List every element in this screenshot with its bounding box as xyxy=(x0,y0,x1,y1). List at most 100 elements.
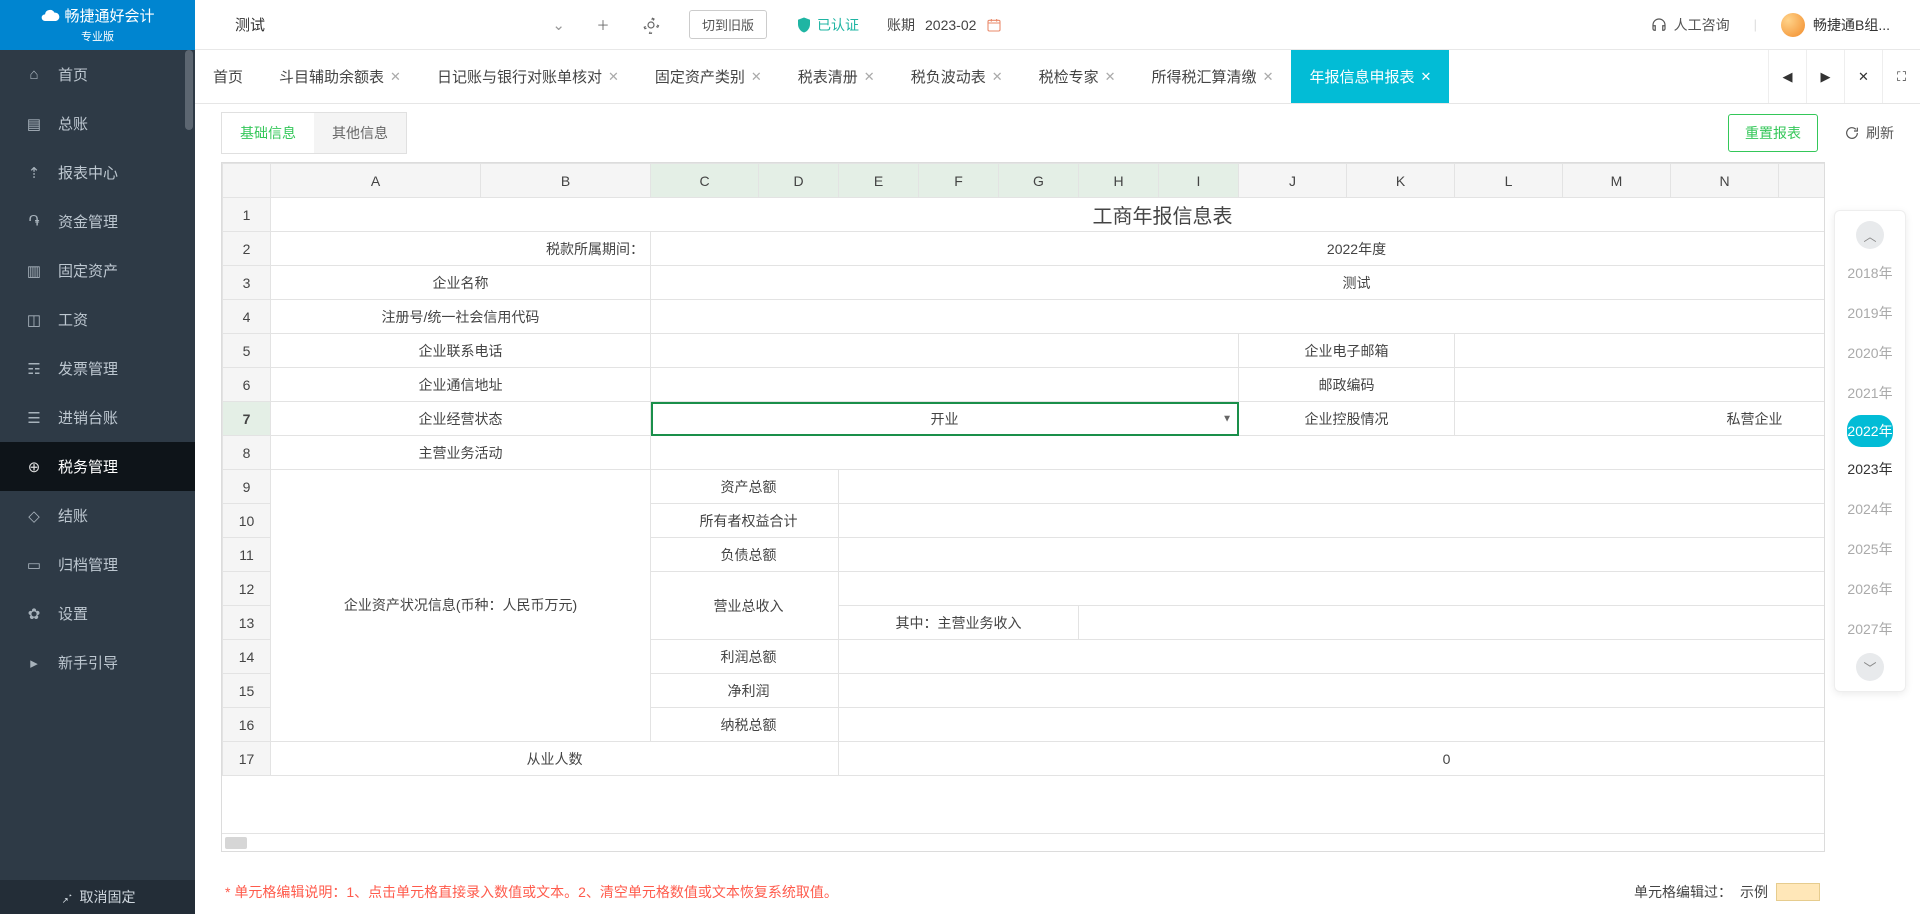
sidebar-item-invoice[interactable]: ☶发票管理 xyxy=(0,344,195,393)
cell[interactable] xyxy=(839,674,1826,708)
unpin-sidebar-button[interactable]: 取消固定 xyxy=(0,880,195,914)
cell[interactable] xyxy=(839,538,1826,572)
year-option[interactable]: 2023年 xyxy=(1835,449,1905,489)
gear-icon[interactable] xyxy=(641,15,661,35)
sidebar-scrollbar[interactable] xyxy=(185,50,193,130)
cell[interactable] xyxy=(651,368,1239,402)
col-header[interactable]: G xyxy=(999,164,1079,198)
subtab-basic-info[interactable]: 基础信息 xyxy=(222,113,314,153)
cell[interactable] xyxy=(839,572,1826,606)
row-header[interactable]: 3 xyxy=(223,266,271,300)
tab-scroll-right[interactable]: ▶ xyxy=(1806,50,1844,103)
row-header[interactable]: 2 xyxy=(223,232,271,266)
sidebar-item-inventory[interactable]: ☰进销台账 xyxy=(0,393,195,442)
tab-tax-register[interactable]: 税表清册✕ xyxy=(780,50,893,103)
close-icon[interactable]: ✕ xyxy=(1105,69,1116,85)
row-header[interactable]: 9 xyxy=(223,470,271,504)
close-icon[interactable]: ✕ xyxy=(1263,69,1274,85)
cell[interactable] xyxy=(839,470,1826,504)
row-header[interactable]: 6 xyxy=(223,368,271,402)
cell[interactable] xyxy=(839,708,1826,742)
sidebar-item-closing[interactable]: ◇结账 xyxy=(0,491,195,540)
year-option[interactable]: 2019年 xyxy=(1835,293,1905,333)
sidebar-item-ledger[interactable]: ▤总账 xyxy=(0,99,195,148)
col-header[interactable]: C xyxy=(651,164,759,198)
business-status-dropdown[interactable]: 开业▼ xyxy=(651,402,1239,436)
cell[interactable] xyxy=(839,504,1826,538)
close-icon[interactable]: ✕ xyxy=(751,69,762,85)
close-all-tabs[interactable]: ✕ xyxy=(1844,50,1882,103)
sidebar-item-funds[interactable]: ֏资金管理 xyxy=(0,197,195,246)
col-header[interactable]: K xyxy=(1347,164,1455,198)
col-header[interactable]: N xyxy=(1671,164,1779,198)
col-header[interactable]: A xyxy=(271,164,481,198)
cell[interactable]: 0 xyxy=(839,742,1826,776)
cell[interactable] xyxy=(1455,368,1826,402)
year-scroll-up[interactable]: ︿ xyxy=(1856,221,1884,249)
year-option[interactable]: 2026年 xyxy=(1835,569,1905,609)
reset-report-button[interactable]: 重置报表 xyxy=(1728,114,1818,152)
year-option[interactable]: 2020年 xyxy=(1835,333,1905,373)
row-header[interactable]: 5 xyxy=(223,334,271,368)
subtab-other-info[interactable]: 其他信息 xyxy=(314,113,406,153)
tab-aux-balance[interactable]: 斗目辅助余额表✕ xyxy=(261,50,419,103)
close-icon[interactable]: ✕ xyxy=(608,69,619,85)
sheet-corner[interactable] xyxy=(223,164,271,198)
sidebar-item-guide[interactable]: ▸新手引导 xyxy=(0,638,195,687)
col-header[interactable]: F xyxy=(919,164,999,198)
row-header[interactable]: 10 xyxy=(223,504,271,538)
col-header[interactable]: E xyxy=(839,164,919,198)
cell[interactable]: 私营企业 xyxy=(1455,402,1826,436)
col-header[interactable]: M xyxy=(1563,164,1671,198)
cell[interactable]: 测试 xyxy=(651,266,1826,300)
col-header[interactable]: L xyxy=(1455,164,1563,198)
cell[interactable] xyxy=(651,436,1826,470)
close-icon[interactable]: ✕ xyxy=(1420,69,1431,85)
row-header[interactable]: 4 xyxy=(223,300,271,334)
col-header[interactable]: O xyxy=(1779,164,1826,198)
close-icon[interactable]: ✕ xyxy=(864,69,875,85)
row-header[interactable]: 15 xyxy=(223,674,271,708)
col-header[interactable]: I xyxy=(1159,164,1239,198)
year-scroll-down[interactable]: ﹀ xyxy=(1856,653,1884,681)
row-header[interactable]: 14 xyxy=(223,640,271,674)
sidebar-item-tax[interactable]: ⊕税务管理 xyxy=(0,442,195,491)
close-icon[interactable]: ✕ xyxy=(390,69,401,85)
refresh-button[interactable]: 刷新 xyxy=(1844,123,1894,143)
tab-asset-category[interactable]: 固定资产类别✕ xyxy=(637,50,780,103)
year-option-active[interactable]: 2022年 xyxy=(1847,415,1892,447)
cell[interactable] xyxy=(651,300,1826,334)
cell[interactable] xyxy=(839,640,1826,674)
tab-annual-report[interactable]: 年报信息申报表✕ xyxy=(1291,50,1449,103)
row-header[interactable]: 7 xyxy=(223,402,271,436)
fullscreen-toggle[interactable]: ⛶ xyxy=(1882,50,1920,103)
row-header[interactable]: 16 xyxy=(223,708,271,742)
row-header[interactable]: 12 xyxy=(223,572,271,606)
cell[interactable] xyxy=(651,334,1239,368)
col-header[interactable]: B xyxy=(481,164,651,198)
spreadsheet[interactable]: A B C D E F G H I J K L M N O P Q 1工商年报信… xyxy=(221,162,1825,852)
horizontal-scrollbar[interactable] xyxy=(222,833,1824,851)
human-consult-button[interactable]: 人工咨询 xyxy=(1650,15,1730,35)
user-menu[interactable]: 畅捷通B组... xyxy=(1781,13,1890,37)
sidebar-item-salary[interactable]: ◫工资 xyxy=(0,295,195,344)
row-header[interactable]: 13 xyxy=(223,606,271,640)
scrollbar-thumb[interactable] xyxy=(225,837,247,849)
cell[interactable] xyxy=(1079,606,1826,640)
year-option[interactable]: 2024年 xyxy=(1835,489,1905,529)
sidebar-item-home[interactable]: ⌂首页 xyxy=(0,50,195,99)
row-header[interactable]: 17 xyxy=(223,742,271,776)
col-header[interactable]: J xyxy=(1239,164,1347,198)
sidebar-item-fixed-assets[interactable]: ▥固定资产 xyxy=(0,246,195,295)
row-header[interactable]: 11 xyxy=(223,538,271,572)
tab-home[interactable]: 首页 xyxy=(195,50,261,103)
row-header[interactable]: 8 xyxy=(223,436,271,470)
year-option[interactable]: 2025年 xyxy=(1835,529,1905,569)
add-icon[interactable]: ＋ xyxy=(593,15,613,35)
year-option[interactable]: 2027年 xyxy=(1835,609,1905,649)
switch-old-version-button[interactable]: 切到旧版 xyxy=(689,10,767,39)
cell[interactable] xyxy=(1455,334,1826,368)
row-header[interactable]: 1 xyxy=(223,198,271,232)
year-option[interactable]: 2018年 xyxy=(1835,253,1905,293)
tab-scroll-left[interactable]: ◀ xyxy=(1768,50,1806,103)
